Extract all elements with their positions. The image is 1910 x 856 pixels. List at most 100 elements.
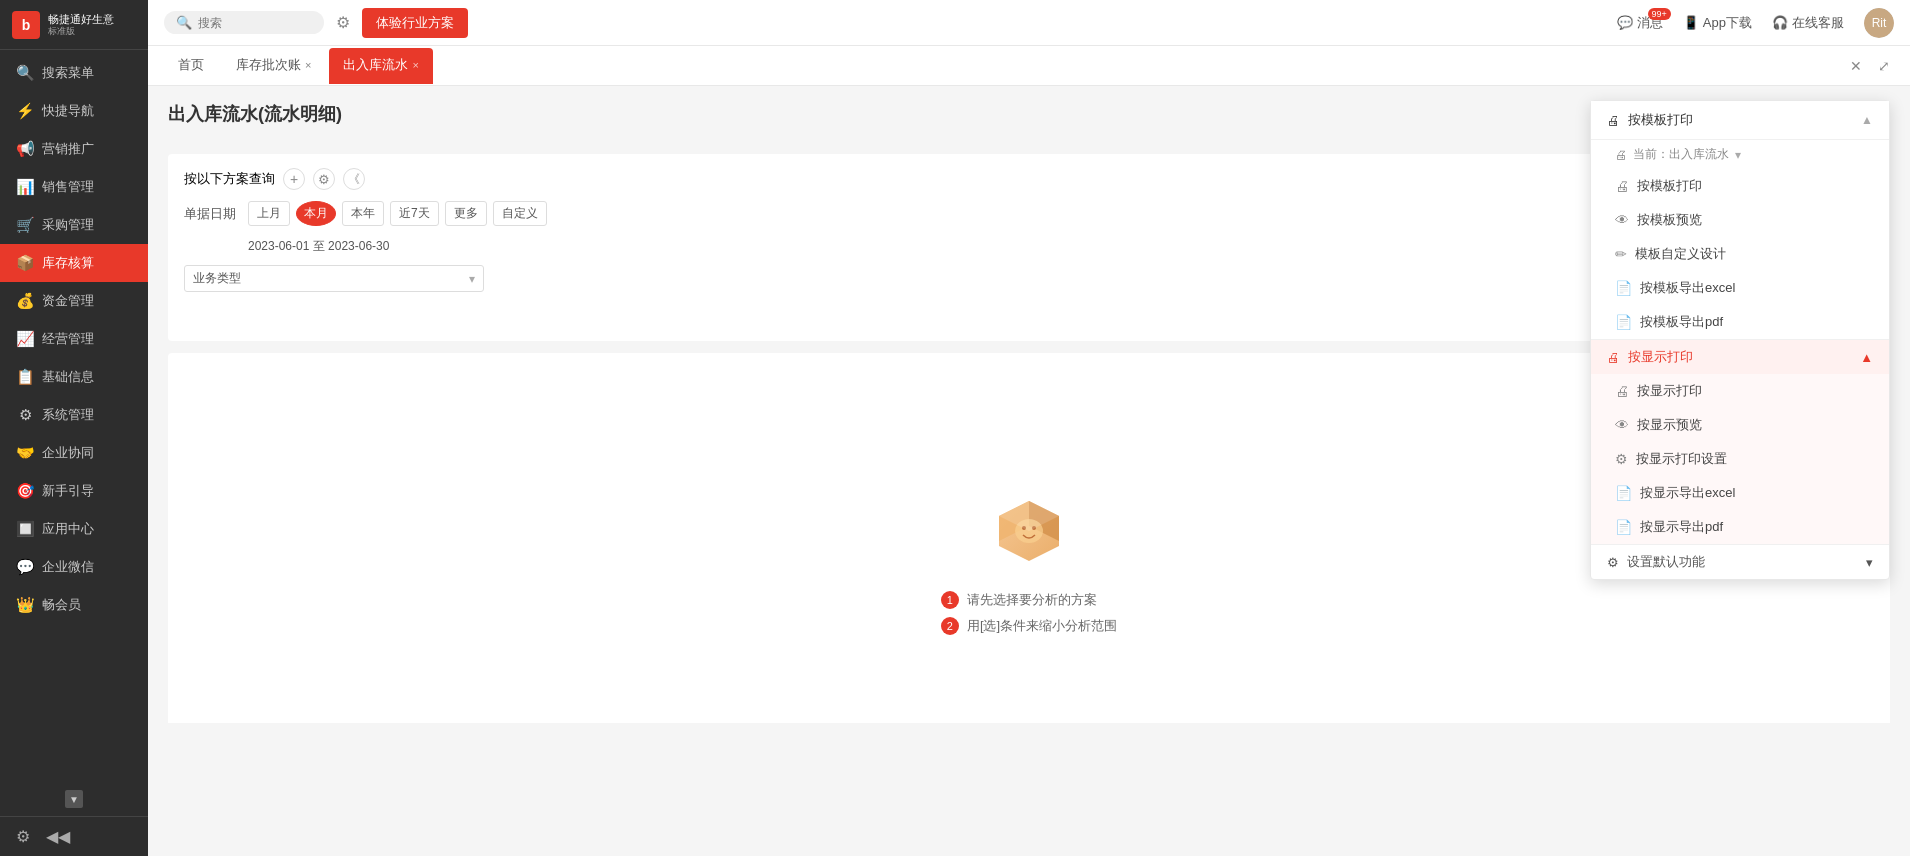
custom-dates-btn[interactable]: 自定义 — [493, 201, 547, 226]
tab-home[interactable]: 首页 — [164, 48, 218, 84]
dropdown-item-template-pdf[interactable]: 📄 按模板导出pdf — [1591, 305, 1889, 339]
dropdown-item-template-print[interactable]: 🖨 按模板打印 — [1591, 169, 1889, 203]
wechat-icon: 💬 — [16, 558, 34, 576]
app-download-button[interactable]: 📱 App下载 — [1683, 14, 1752, 32]
logo-icon: b — [12, 11, 40, 39]
current-year-btn[interactable]: 本年 — [342, 201, 384, 226]
sidebar-item-label: 新手引导 — [42, 482, 94, 500]
empty-step-1: 1 请先选择要分析的方案 — [941, 591, 1117, 609]
display-print-icon: 🖨 — [1615, 383, 1629, 399]
filter-collapse-button[interactable]: 《 — [343, 168, 365, 190]
sidebar-item-basic-info[interactable]: 📋 基础信息 — [0, 358, 148, 396]
business-type-arrow: ▾ — [469, 272, 475, 286]
sidebar-item-operations[interactable]: 📈 经营管理 — [0, 320, 148, 358]
sidebar-item-member[interactable]: 👑 畅会员 — [0, 586, 148, 624]
operations-icon: 📈 — [16, 330, 34, 348]
current-month-btn[interactable]: 本月 — [296, 201, 336, 226]
template-print-icon: 🖨 — [1615, 178, 1629, 194]
sidebar-item-label: 经营管理 — [42, 330, 94, 348]
window-close-btn[interactable]: ✕ — [1846, 56, 1866, 76]
app-tag: 标准版 — [48, 26, 114, 38]
sidebar-item-finance[interactable]: 💰 资金管理 — [0, 282, 148, 320]
current-template-icon: 🖨 — [1615, 148, 1627, 162]
sidebar-nav: 🔍 搜索菜单 ⚡ 快捷导航 📢 营销推广 📊 销售管理 🛒 采购管理 📦 库存核… — [0, 50, 148, 790]
dropdown-header-label: 按模板打印 — [1628, 111, 1693, 129]
header-search-icon: 🔍 — [176, 15, 192, 30]
display-section-title[interactable]: 🖨 按显示打印 ▲ — [1591, 340, 1889, 374]
sidebar-item-marketing[interactable]: 📢 营销推广 — [0, 130, 148, 168]
header-settings-icon[interactable]: ⚙ — [336, 13, 350, 32]
sidebar-collapse-icon[interactable]: ◀◀ — [46, 827, 70, 846]
sidebar-item-inventory[interactable]: 📦 库存核算 — [0, 244, 148, 282]
filter-settings-button[interactable]: ⚙ — [313, 168, 335, 190]
sales-icon: 📊 — [16, 178, 34, 196]
sidebar-item-sales[interactable]: 📊 销售管理 — [0, 168, 148, 206]
marketing-icon: 📢 — [16, 140, 34, 158]
sidebar-item-label: 畅会员 — [42, 596, 81, 614]
sidebar-scroll-down[interactable]: ▼ — [65, 790, 83, 808]
footer-arrow: ▾ — [1866, 555, 1873, 570]
sidebar-item-enterprise[interactable]: 🤝 企业协同 — [0, 434, 148, 472]
tab-batch-account[interactable]: 库存批次账 × — [222, 48, 325, 84]
tab-batch-account-close[interactable]: × — [305, 59, 311, 71]
template-print-label: 按模板打印 — [1637, 177, 1702, 195]
dropdown-item-template-excel[interactable]: 📄 按模板导出excel — [1591, 271, 1889, 305]
dropdown-item-template-custom[interactable]: ✏ 模板自定义设计 — [1591, 237, 1889, 271]
last-7-days-btn[interactable]: 近7天 — [390, 201, 439, 226]
window-maximize-btn[interactable]: ⤢ — [1874, 56, 1894, 76]
display-print-label: 按显示打印 — [1637, 382, 1702, 400]
template-excel-icon: 📄 — [1615, 280, 1632, 296]
sidebar-item-app-center[interactable]: 🔲 应用中心 — [0, 510, 148, 548]
sidebar-item-label: 基础信息 — [42, 368, 94, 386]
member-icon: 👑 — [16, 596, 34, 614]
display-section-arrow: ▲ — [1860, 350, 1873, 365]
message-icon: 💬 — [1617, 15, 1633, 30]
dropdown-item-display-preview[interactable]: 👁 按显示预览 — [1591, 408, 1889, 442]
messages-button[interactable]: 💬 消息 99+ — [1617, 14, 1663, 32]
sidebar-item-label: 采购管理 — [42, 216, 94, 234]
tab-in-out-flow-label: 出入库流水 — [343, 56, 408, 74]
template-custom-label: 模板自定义设计 — [1635, 245, 1726, 263]
step-2-number: 2 — [941, 617, 959, 635]
sidebar-settings-icon[interactable]: ⚙ — [16, 827, 30, 846]
filter-add-button[interactable]: + — [283, 168, 305, 190]
sidebar-item-guide[interactable]: 🎯 新手引导 — [0, 472, 148, 510]
sidebar-item-wechat[interactable]: 💬 企业微信 — [0, 548, 148, 586]
search-input[interactable] — [198, 16, 298, 30]
dropdown-header[interactable]: 🖨 按模板打印 ▲ — [1591, 101, 1889, 140]
prev-month-btn[interactable]: 上月 — [248, 201, 290, 226]
window-controls: ✕ ⤢ — [1846, 56, 1894, 76]
sidebar-item-label: 资金管理 — [42, 292, 94, 310]
dropdown-item-display-excel[interactable]: 📄 按显示导出excel — [1591, 476, 1889, 510]
dropdown-item-display-pdf[interactable]: 📄 按显示导出pdf — [1591, 510, 1889, 544]
dropdown-header-arrow: ▲ — [1861, 113, 1873, 127]
trial-button[interactable]: 体验行业方案 — [362, 8, 468, 38]
dropdown-item-display-print[interactable]: 🖨 按显示打印 — [1591, 374, 1889, 408]
dropdown-item-display-settings[interactable]: ⚙ 按显示打印设置 — [1591, 442, 1889, 476]
sidebar-item-search[interactable]: 🔍 搜索菜单 — [0, 54, 148, 92]
template-pdf-icon: 📄 — [1615, 314, 1632, 330]
header: 🔍 ⚙ 体验行业方案 💬 消息 99+ 📱 App下载 🎧 在线客服 Rit — [148, 0, 1910, 46]
tab-in-out-flow[interactable]: 出入库流水 × — [329, 48, 432, 84]
more-dates-btn[interactable]: 更多 — [445, 201, 487, 226]
dropdown-footer[interactable]: ⚙ 设置默认功能 ▾ — [1591, 545, 1889, 579]
business-type-select[interactable]: 业务类型 ▾ — [184, 265, 484, 292]
display-pdf-icon: 📄 — [1615, 519, 1632, 535]
sidebar-item-label: 系统管理 — [42, 406, 94, 424]
sidebar-item-label: 快捷导航 — [42, 102, 94, 120]
display-settings-label: 按显示打印设置 — [1636, 450, 1727, 468]
sidebar-bottom: ⚙ ◀◀ — [0, 816, 148, 856]
header-search-box[interactable]: 🔍 — [164, 11, 324, 34]
display-section-icon: 🖨 — [1607, 350, 1620, 365]
step-2-text: 用[选]条件来缩小分析范围 — [967, 617, 1117, 635]
user-avatar[interactable]: Rit — [1864, 8, 1894, 38]
customer-service-button[interactable]: 🎧 在线客服 — [1772, 14, 1844, 32]
system-icon: ⚙ — [16, 406, 34, 424]
sidebar-item-quick-nav[interactable]: ⚡ 快捷导航 — [0, 92, 148, 130]
tab-in-out-flow-close[interactable]: × — [412, 59, 418, 71]
app-download-label: App下载 — [1703, 14, 1752, 32]
tab-batch-account-label: 库存批次账 — [236, 56, 301, 74]
sidebar-item-system[interactable]: ⚙ 系统管理 — [0, 396, 148, 434]
dropdown-item-template-preview[interactable]: 👁 按模板预览 — [1591, 203, 1889, 237]
sidebar-item-purchase[interactable]: 🛒 采购管理 — [0, 206, 148, 244]
